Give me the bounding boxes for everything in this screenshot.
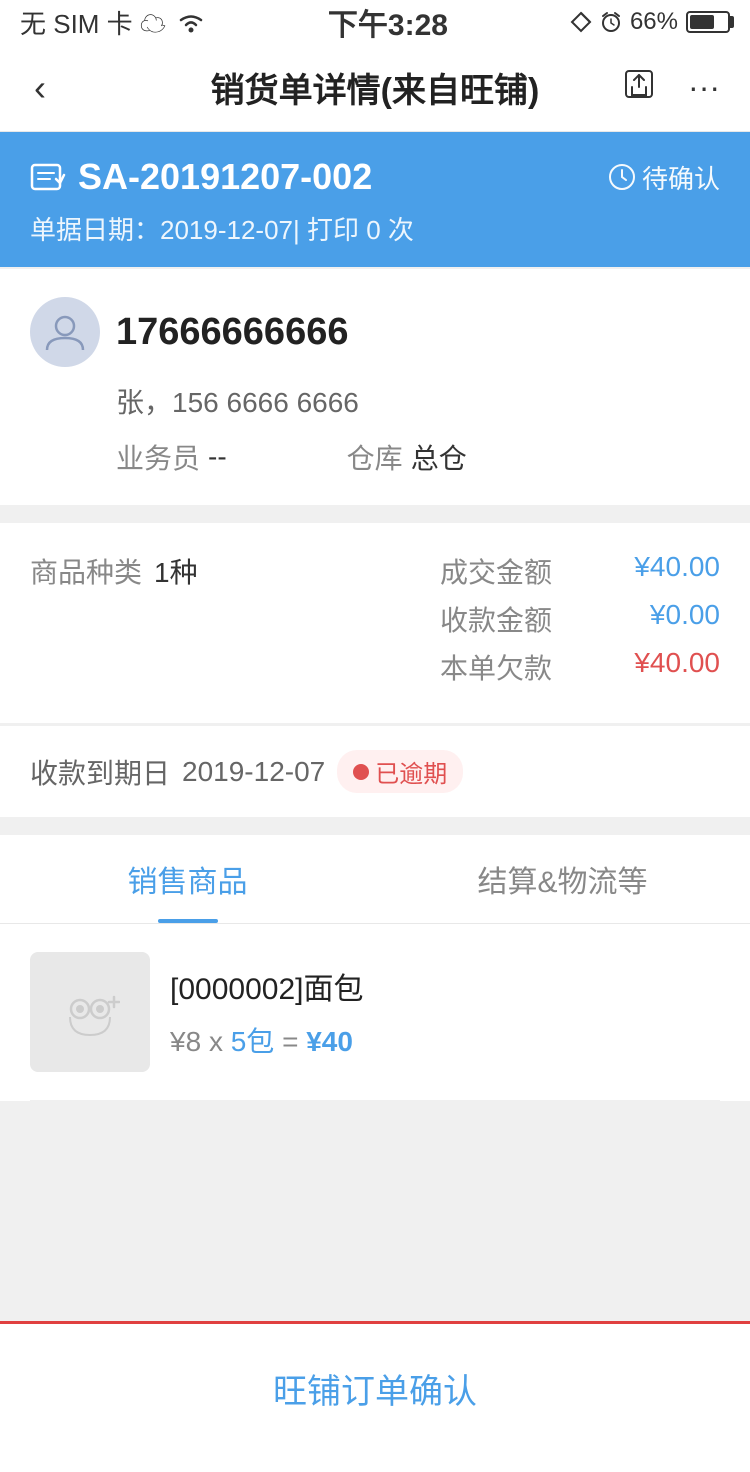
arrears-label: 本单欠款 [440,647,552,687]
customer-card: 17666666666 张，156 6666 6666 业务员 -- 仓库 总仓 [0,269,750,505]
product-thumbnail [30,952,150,1072]
location-icon [570,11,592,33]
warehouse-label: 仓库 [347,437,403,477]
sim-label: 无 SIM 卡 ☁ [20,4,166,41]
status-right: 66% [570,8,730,36]
empty-area [0,1101,750,1321]
tabs-bar: 销售商品 结算&物流等 [0,835,750,924]
overdue-dot [353,764,369,780]
payment-label: 收款金额 [440,599,552,639]
transaction-label: 成交金额 [440,551,552,591]
overdue-badge: 已逾期 [337,750,463,793]
category-label: 商品种类 [30,551,142,591]
wifi-icon [176,11,206,33]
more-button[interactable]: ··· [682,63,726,112]
nav-bar: ‹ 销货单详情(来自旺铺) ··· [0,44,750,132]
product-list: [0000002]面包 ¥8 x 5包 = ¥40 [0,924,750,1101]
alarm-icon [600,11,622,33]
order-id: SA-20191207-002 [30,156,372,198]
order-date: 单据日期：2019-12-07| 打印 0 次 [30,210,720,247]
order-header: SA-20191207-002 待确认 单据日期：2019-12-07| 打印 … [0,132,750,267]
order-icon [30,161,66,193]
due-date-label: 收款到期日 [30,752,170,792]
product-name: [0000002]面包 [170,964,720,1008]
brand-logo [60,987,120,1037]
bottom-button-area: 旺铺订单确认 [0,1321,750,1472]
transaction-value: ¥40.00 [634,551,720,591]
warehouse-value: 总仓 [411,437,467,477]
product-info: [0000002]面包 ¥8 x 5包 = ¥40 [170,964,720,1060]
back-button[interactable]: ‹ [24,57,56,119]
due-date-value: 2019-12-07 [182,756,325,788]
clock-icon [608,163,636,191]
payment-value: ¥0.00 [650,599,720,639]
nav-actions: ··· [616,61,726,115]
customer-phone: 17666666666 [116,311,348,354]
due-date-card: 收款到期日 2019-12-07 已逾期 [0,725,750,817]
confirm-order-button[interactable]: 旺铺订单确认 [30,1344,720,1432]
status-time: 下午3:28 [328,0,448,44]
overdue-text: 已逾期 [375,754,447,789]
salesperson-value: -- [208,441,227,473]
avatar [30,297,100,367]
product-item: [0000002]面包 ¥8 x 5包 = ¥40 [30,924,720,1101]
customer-meta: 业务员 -- 仓库 总仓 [30,437,720,477]
share-button[interactable] [616,61,662,115]
status-bar: 无 SIM 卡 ☁ 下午3:28 66% [0,0,750,44]
battery-icon [686,11,730,33]
order-status: 待确认 [608,159,720,196]
summary-card: 商品种类 1种 成交金额 ¥40.00 收款金额 ¥0.00 本单欠款 ¥40.… [0,523,750,723]
product-price: ¥8 x 5包 = ¥40 [170,1020,720,1060]
customer-name: 张，156 6666 6666 [30,381,720,421]
arrears-value: ¥40.00 [634,647,720,687]
tab-products[interactable]: 销售商品 [0,835,375,923]
tab-settlement[interactable]: 结算&物流等 [375,835,750,923]
status-left: 无 SIM 卡 ☁ [20,4,206,41]
nav-title: 销货单详情(来自旺铺) [211,63,540,112]
salesperson-label: 业务员 [116,437,200,477]
battery-text: 66% [630,8,678,36]
category-value: 1种 [154,551,198,591]
